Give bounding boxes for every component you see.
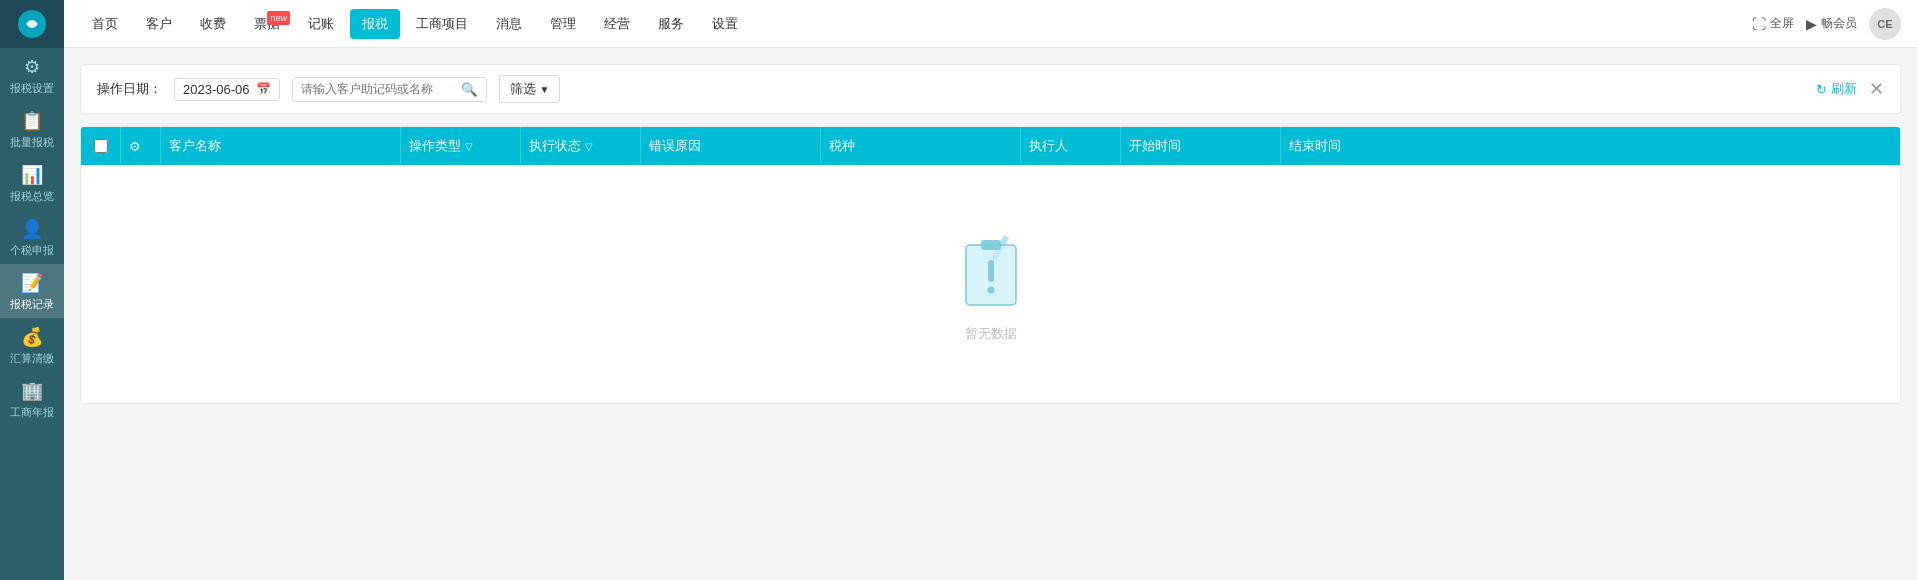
sidebar-item-geshuishenb[interactable]: 👤 个税申报 bbox=[0, 210, 64, 264]
fullscreen-icon: ⛶ bbox=[1752, 16, 1766, 32]
refresh-icon: ↻ bbox=[1816, 82, 1827, 97]
nav-item-baoshui[interactable]: 报税 bbox=[350, 9, 400, 39]
exec-status-filter-icon[interactable]: ▽ bbox=[585, 141, 593, 152]
date-value: 2023-06-06 bbox=[183, 82, 250, 97]
app-logo[interactable] bbox=[0, 0, 64, 48]
content-area: 操作日期： 2023-06-06 📅 🔍 筛选 ▼ ↻ bbox=[64, 48, 1917, 580]
member-icon: ▶ bbox=[1806, 16, 1817, 32]
filter-bar: 操作日期： 2023-06-06 📅 🔍 筛选 ▼ ↻ bbox=[80, 64, 1901, 114]
page-content: 操作日期： 2023-06-06 📅 🔍 筛选 ▼ ↻ bbox=[64, 48, 1917, 580]
empty-clipboard-icon bbox=[946, 225, 1036, 325]
sidebar-item-gongshangni[interactable]: 🏢 工商年报 bbox=[0, 372, 64, 426]
nav-item-shezhi[interactable]: 设置 bbox=[700, 9, 750, 39]
sidebar-item-label: 汇算清缴 bbox=[10, 351, 54, 366]
search-input[interactable] bbox=[293, 78, 453, 100]
select-all-checkbox[interactable] bbox=[94, 139, 108, 153]
calendar-icon: 📅 bbox=[256, 82, 271, 96]
nav-item-fuwu[interactable]: 服务 bbox=[646, 9, 696, 39]
settings-icon[interactable]: ⚙ bbox=[129, 139, 141, 154]
search-icon: 🔍 bbox=[461, 82, 478, 97]
piliangbaoshui-icon: 📋 bbox=[21, 110, 43, 132]
gongshangni-icon: 🏢 bbox=[21, 380, 43, 402]
search-button[interactable]: 🔍 bbox=[453, 78, 486, 101]
op-type-filter-icon[interactable]: ▽ bbox=[465, 141, 473, 152]
th-settings: ⚙ bbox=[121, 127, 161, 165]
sidebar-item-label: 报税总览 bbox=[10, 189, 54, 204]
nav-item-piaoju[interactable]: 票据 new bbox=[242, 9, 292, 39]
sidebar-item-baoshuishezhi[interactable]: ⚙ 报税设置 bbox=[0, 48, 64, 102]
sidebar-item-piliangbaoshui[interactable]: 📋 批量报税 bbox=[0, 102, 64, 156]
th-op-type: 操作类型 ▽ bbox=[401, 127, 521, 165]
main-area: 首页 客户 收费 票据 new 记账 报税 工商项目 消息 bbox=[64, 0, 1917, 580]
nav-item-xiaoxi[interactable]: 消息 bbox=[484, 9, 534, 39]
topnav-right: ⛶ 全屏 ▶ 畅会员 CE bbox=[1752, 8, 1901, 40]
th-executor: 执行人 bbox=[1021, 127, 1121, 165]
refresh-button[interactable]: ↻ 刷新 bbox=[1816, 80, 1857, 98]
table-container: ⚙ 客户名称 操作类型 ▽ 执行状态 ▽ 错误原因 bbox=[80, 126, 1901, 404]
th-tax-type: 税种 bbox=[821, 127, 1021, 165]
date-picker[interactable]: 2023-06-06 📅 bbox=[174, 78, 280, 101]
sidebar-item-label: 报税设置 bbox=[10, 81, 54, 96]
svg-rect-5 bbox=[981, 240, 1001, 250]
baoshuizonglan-icon: 📊 bbox=[21, 164, 43, 186]
th-customer: 客户名称 bbox=[161, 127, 401, 165]
sidebar-item-label: 报税记录 bbox=[10, 297, 54, 312]
piaoju-badge: new bbox=[267, 11, 290, 25]
th-exec-status: 执行状态 ▽ bbox=[521, 127, 641, 165]
nav-item-shoufei[interactable]: 收费 bbox=[188, 9, 238, 39]
filter-button[interactable]: 筛选 ▼ bbox=[499, 75, 561, 103]
th-checkbox[interactable] bbox=[81, 127, 121, 165]
chevron-down-icon: ▼ bbox=[540, 84, 550, 95]
nav-items: 首页 客户 收费 票据 new 记账 报税 工商项目 消息 bbox=[80, 9, 1752, 39]
search-box: 🔍 bbox=[292, 77, 487, 102]
sidebar-item-label: 工商年报 bbox=[10, 405, 54, 420]
nav-item-jingying[interactable]: 经营 bbox=[592, 9, 642, 39]
topnav: 首页 客户 收费 票据 new 记账 报税 工商项目 消息 bbox=[64, 0, 1917, 48]
th-error-reason: 错误原因 bbox=[641, 127, 821, 165]
nav-item-kehu[interactable]: 客户 bbox=[134, 9, 184, 39]
baosuijilu-icon: 📝 bbox=[21, 272, 43, 294]
fullscreen-btn[interactable]: ⛶ 全屏 bbox=[1752, 15, 1794, 32]
empty-state: 暂无数据 bbox=[81, 165, 1900, 403]
nav-item-jizhang[interactable]: 记账 bbox=[296, 9, 346, 39]
sidebar-item-huisuanqingm[interactable]: 💰 汇算清缴 bbox=[0, 318, 64, 372]
nav-item-gongshangxiangm[interactable]: 工商项目 bbox=[404, 9, 480, 39]
filter-label-text: 筛选 bbox=[510, 80, 536, 98]
member-btn[interactable]: ▶ 畅会员 bbox=[1806, 15, 1857, 32]
close-button[interactable]: ✕ bbox=[1869, 78, 1884, 100]
geshuishenb-icon: 👤 bbox=[21, 218, 43, 240]
date-label: 操作日期： bbox=[97, 80, 162, 98]
sidebar-item-baosuijilu[interactable]: 📝 报税记录 bbox=[0, 264, 64, 318]
nav-item-shouye[interactable]: 首页 bbox=[80, 9, 130, 39]
baoshuishezhi-icon: ⚙ bbox=[24, 56, 40, 78]
nav-item-guanli[interactable]: 管理 bbox=[538, 9, 588, 39]
svg-rect-6 bbox=[988, 260, 994, 282]
svg-point-7 bbox=[987, 287, 994, 294]
sidebar-item-baoshuizonglan[interactable]: 📊 报税总览 bbox=[0, 156, 64, 210]
empty-text: 暂无数据 bbox=[965, 325, 1017, 343]
table-header: ⚙ 客户名称 操作类型 ▽ 执行状态 ▽ 错误原因 bbox=[81, 127, 1900, 165]
sidebar-item-label: 个税申报 bbox=[10, 243, 54, 258]
th-end-time: 结束时间 bbox=[1281, 127, 1421, 165]
th-start-time: 开始时间 bbox=[1121, 127, 1281, 165]
sidebar-item-label: 批量报税 bbox=[10, 135, 54, 150]
sidebar: ⚙ 报税设置 📋 批量报税 📊 报税总览 👤 个税申报 📝 报税记录 💰 汇算清… bbox=[0, 0, 64, 580]
user-avatar[interactable]: CE bbox=[1869, 8, 1901, 40]
huisuanqingm-icon: 💰 bbox=[21, 326, 43, 348]
